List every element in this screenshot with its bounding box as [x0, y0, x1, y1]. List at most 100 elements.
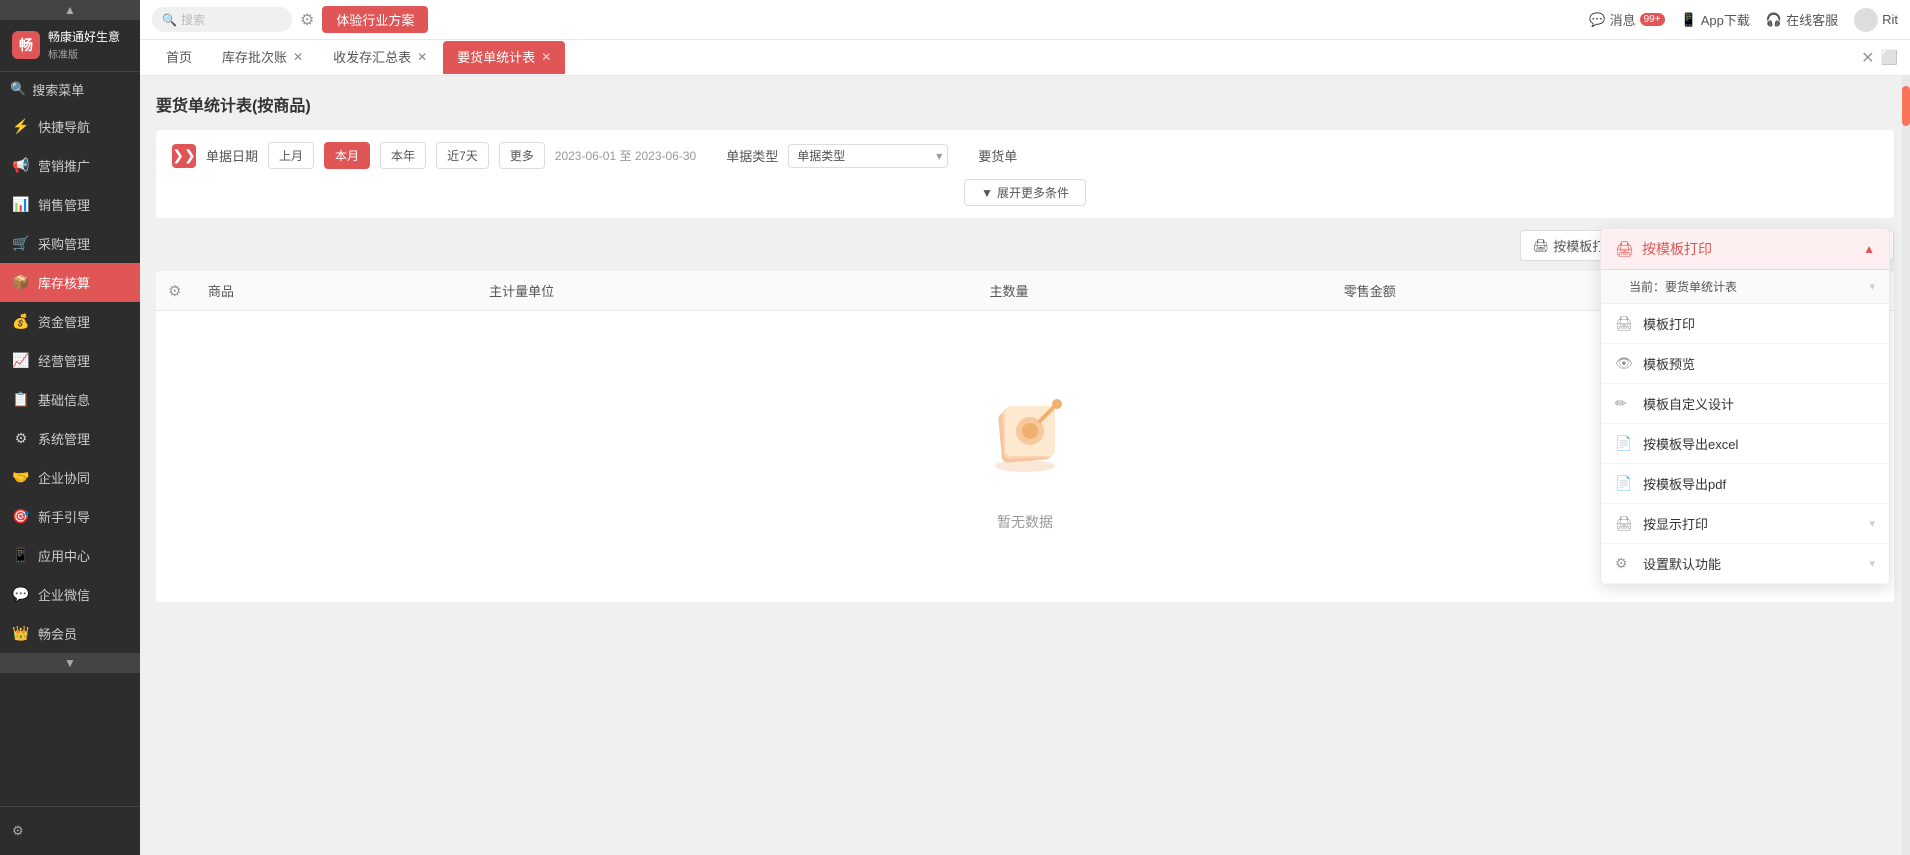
topbar-gear-icon[interactable]: ⚙	[300, 10, 314, 30]
dropdown-item-template-print[interactable]: 🖨 模板打印	[1601, 304, 1889, 344]
date-btn-this-month[interactable]: 本月	[324, 142, 370, 169]
expand-more-button[interactable]: ▼ 展开更多条件	[964, 179, 1086, 206]
template-print-icon: 🖨	[1615, 315, 1633, 332]
sidebar-item-wechat[interactable]: 💬 企业微信	[0, 575, 140, 614]
template-preview-icon: 👁	[1615, 355, 1633, 372]
sidebar-item-collab[interactable]: 🤝 企业协同	[0, 458, 140, 497]
headset-icon: 🎧	[1766, 12, 1782, 28]
col-unit: 主计量单位	[477, 271, 977, 311]
sidebar-item-finance[interactable]: 💰 资金管理	[0, 302, 140, 341]
wechat-icon: 💬	[12, 586, 30, 603]
filter-expand-icon[interactable]: ❯❯	[172, 144, 196, 168]
sidebar-item-quick-nav[interactable]: ⚡ 快捷导航	[0, 107, 140, 146]
system-icon: ⚙	[12, 430, 30, 447]
sidebar-item-guide[interactable]: 🎯 新手引导	[0, 497, 140, 536]
dropdown-current-label: 当前：要货单统计表 ▾	[1601, 270, 1889, 304]
sidebar: ▲ 畅 畅康通好生意 标准版 🔍 搜索菜单 ⚡ 快捷导航 📢 营销推广 📊 销售…	[0, 0, 140, 855]
sidebar-item-appstore[interactable]: 📱 应用中心	[0, 536, 140, 575]
logo-icon: 畅	[12, 31, 40, 59]
topbar-app-download[interactable]: 📱 App下载	[1681, 10, 1750, 29]
topbar-message[interactable]: 💬 消息 99+	[1589, 10, 1664, 29]
date-range-text: 2023-06-01 至 2023-06-30	[555, 147, 696, 164]
table-settings-icon[interactable]: ⚙	[168, 283, 181, 300]
template-excel-icon: 📄	[1615, 435, 1633, 452]
display-print-icon: 🖨	[1615, 515, 1633, 532]
marketing-icon: 📢	[12, 157, 30, 174]
dropdown-item-template-excel[interactable]: 📄 按模板导出excel	[1601, 424, 1889, 464]
sidebar-item-operation[interactable]: 📈 经营管理	[0, 341, 140, 380]
type-select-wrap: 单据类型	[788, 144, 948, 168]
operation-icon: 📈	[12, 352, 30, 369]
sidebar-logo: 畅 畅康通好生意 标准版	[0, 20, 140, 72]
dropdown-item-default-func[interactable]: ⚙ 设置默认功能 ▾	[1601, 544, 1889, 584]
tab-inventory-batch[interactable]: 库存批次账 ✕	[208, 41, 317, 74]
tab-order-stats[interactable]: 要货单统计表 ✕	[443, 41, 565, 74]
sidebar-item-marketing[interactable]: 📢 营销推广	[0, 146, 140, 185]
page-content: 要货单统计表(按商品) ❯❯ 单据日期 上月 本月 本年 近7天 更多 2023…	[140, 76, 1910, 855]
sidebar-item-basic[interactable]: 📋 基础信息	[0, 380, 140, 419]
sidebar-scroll-up[interactable]: ▲	[0, 0, 140, 20]
trial-industry-button[interactable]: 体验行业方案	[322, 6, 428, 33]
dropdown-chevron-icon[interactable]: ▲	[1863, 242, 1875, 256]
sidebar-scroll-down[interactable]: ▼	[0, 653, 140, 673]
tab-close-window-button[interactable]: ✕	[1861, 48, 1874, 68]
purchase-icon: 🛒	[12, 235, 30, 252]
sidebar-item-inventory[interactable]: 📦 库存核算	[0, 263, 140, 302]
tab-close-receipt-summary[interactable]: ✕	[417, 50, 427, 64]
search-icon: 🔍	[10, 81, 26, 97]
empty-text: 暂无数据	[997, 512, 1053, 532]
tab-expand-buttons: ✕ ⬜	[1861, 48, 1898, 68]
filter-bar: ❯❯ 单据日期 上月 本月 本年 近7天 更多 2023-06-01 至 202…	[156, 130, 1894, 218]
dropdown-item-template-preview[interactable]: 👁 模板预览	[1601, 344, 1889, 384]
date-btn-last-month[interactable]: 上月	[268, 142, 314, 169]
sidebar-item-purchase[interactable]: 🛒 采购管理	[0, 224, 140, 263]
type-select[interactable]: 单据类型	[788, 144, 948, 168]
dropdown-item-template-pdf[interactable]: 📄 按模板导出pdf	[1601, 464, 1889, 504]
empty-illustration	[975, 381, 1075, 500]
sidebar-item-member[interactable]: 👑 畅会员	[0, 614, 140, 653]
expand-more-icon: ▼	[981, 186, 993, 200]
sidebar-bottom: ⚙	[0, 806, 140, 855]
dropdown-item-template-design[interactable]: ✏ 模板自定义设计	[1601, 384, 1889, 424]
basic-icon: 📋	[12, 391, 30, 408]
sidebar-bottom-settings[interactable]: ⚙	[0, 815, 140, 847]
collab-icon: 🤝	[12, 469, 30, 486]
date-btn-this-year[interactable]: 本年	[380, 142, 426, 169]
filter-row-1: ❯❯ 单据日期 上月 本月 本年 近7天 更多 2023-06-01 至 202…	[172, 142, 1878, 169]
topbar-search-box[interactable]: 🔍 搜索	[152, 7, 292, 32]
appstore-icon: 📱	[12, 547, 30, 564]
topbar-online-service[interactable]: 🎧 在线客服	[1766, 10, 1838, 29]
print-dropdown: 🖨 按模板打印 ▲ 当前：要货单统计表 ▾ 🖨 模板打印 👁 模板预览 ✏ 模板…	[1600, 228, 1890, 585]
settings-bottom-icon: ⚙	[12, 823, 24, 839]
topbar: 🔍 搜索 ⚙ 体验行业方案 💬 消息 99+ 📱 App下载 🎧 在线客服 Ri…	[140, 0, 1910, 40]
quick-nav-icon: ⚡	[12, 118, 30, 135]
dropdown-current-arrow: ▾	[1869, 280, 1875, 293]
right-scrollbar[interactable]	[1902, 76, 1910, 855]
tab-close-inventory-batch[interactable]: ✕	[293, 50, 303, 64]
display-print-arrow-icon: ▾	[1869, 517, 1875, 530]
user-avatar	[1854, 8, 1878, 32]
dropdown-header[interactable]: 🖨 按模板打印 ▲	[1601, 229, 1889, 270]
dropdown-item-display-print[interactable]: 🖨 按显示打印 ▾	[1601, 504, 1889, 544]
sidebar-item-sales[interactable]: 📊 销售管理	[0, 185, 140, 224]
tabbar: 首页 库存批次账 ✕ 收发存汇总表 ✕ 要货单统计表 ✕ ✕ ⬜	[140, 40, 1910, 76]
inventory-icon: 📦	[12, 274, 30, 291]
tab-close-order-stats[interactable]: ✕	[541, 50, 551, 64]
member-icon: 👑	[12, 625, 30, 642]
sidebar-search[interactable]: 🔍 搜索菜单	[0, 72, 140, 107]
print-icon: 🖨	[1533, 238, 1550, 254]
scrollbar-thumb	[1902, 86, 1910, 126]
page-title: 要货单统计表(按商品)	[156, 92, 1894, 116]
tab-maximize-button[interactable]: ⬜	[1881, 48, 1898, 68]
tab-receipt-summary[interactable]: 收发存汇总表 ✕	[319, 41, 441, 74]
topbar-user[interactable]: Rit	[1854, 8, 1898, 32]
template-design-icon: ✏	[1615, 395, 1633, 412]
sidebar-item-system[interactable]: ⚙ 系统管理	[0, 419, 140, 458]
date-btn-7days[interactable]: 近7天	[436, 142, 489, 169]
tab-home[interactable]: 首页	[152, 41, 206, 74]
guide-icon: 🎯	[12, 508, 30, 525]
logo-text: 畅康通好生意 标准版	[48, 30, 120, 61]
topbar-search-icon: 🔍	[162, 13, 177, 27]
app-download-icon: 📱	[1681, 12, 1697, 28]
date-btn-more[interactable]: 更多	[499, 142, 545, 169]
